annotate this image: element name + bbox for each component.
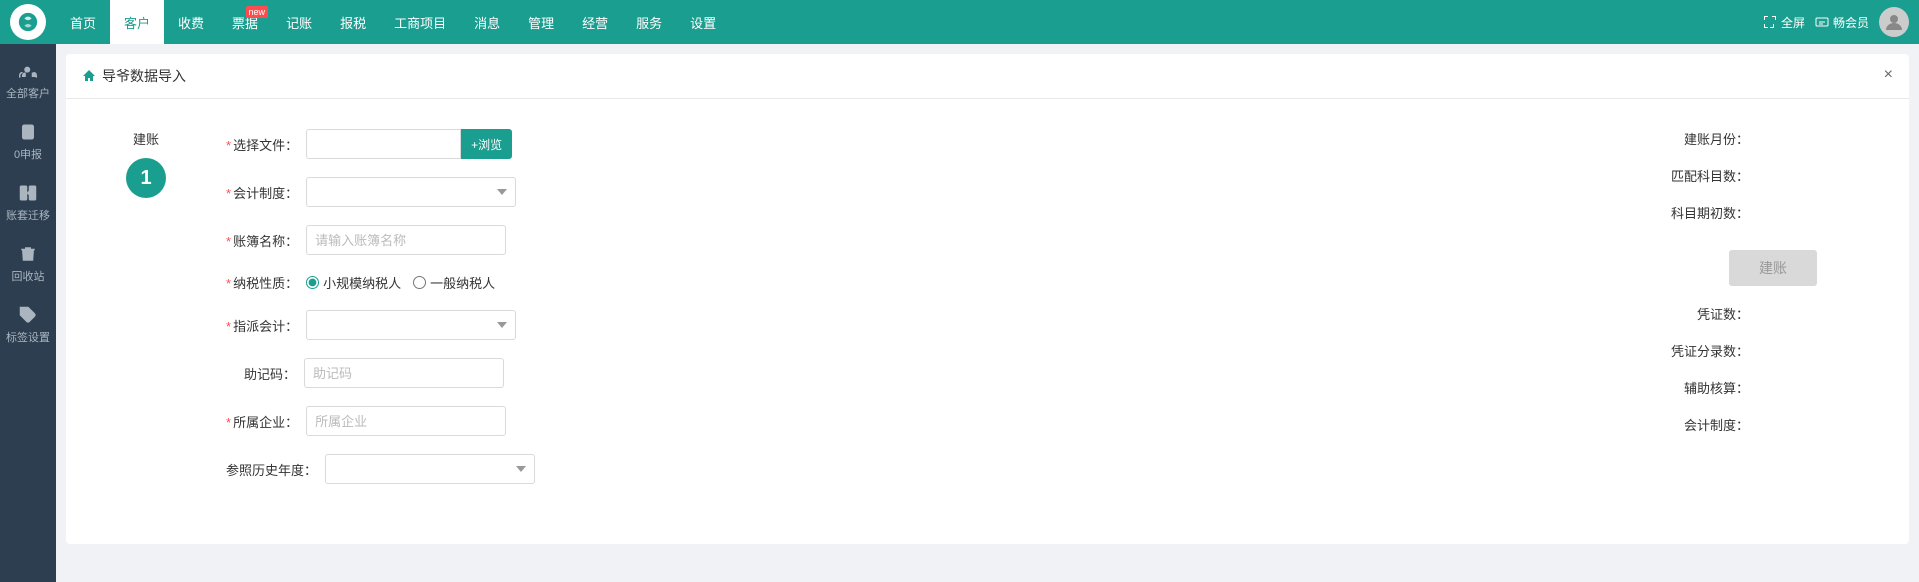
nav-service[interactable]: 服务 — [622, 0, 676, 44]
tax-type-general[interactable]: 一般纳税人 — [413, 273, 495, 292]
tax-type-label: *纳税性质： — [226, 273, 298, 292]
accountant-label: *指派会计： — [226, 316, 298, 335]
tax-type-small[interactable]: 小规模纳税人 — [306, 273, 401, 292]
memo-code-row: 助记码： — [226, 358, 1609, 388]
accounting-system-row: *会计制度： — [226, 177, 1609, 207]
tax-type-general-radio[interactable] — [413, 276, 426, 289]
sidebar-item-report[interactable]: 0申报 — [0, 113, 56, 170]
sidebar-item-migrate[interactable]: 账套迁移 — [0, 174, 56, 231]
nav-home[interactable]: 首页 — [56, 0, 110, 44]
accountant-row: *指派会计： — [226, 310, 1609, 340]
build-month-label: 建账月份： — [1669, 129, 1749, 148]
top-nav: 首页 客户 收费 票据 new 记账 报税 工商项目 消息 管理 经营 服务 设… — [0, 0, 1919, 44]
nav-business[interactable]: 工商项目 — [380, 0, 460, 44]
nav-items: 首页 客户 收费 票据 new 记账 报税 工商项目 消息 管理 经营 服务 设… — [56, 0, 1763, 44]
nav-operation[interactable]: 经营 — [568, 0, 622, 44]
step-section: 建账 1 — [106, 129, 186, 502]
step-circle: 1 — [126, 158, 166, 198]
avatar[interactable] — [1879, 7, 1909, 37]
nav-bookkeeping[interactable]: 记账 — [272, 0, 326, 44]
tag-icon — [17, 304, 39, 326]
history-year-row: 参照历史年度： — [226, 454, 1609, 484]
panel-title: 导爷数据导入 — [102, 66, 186, 86]
browse-button[interactable]: +浏览 — [461, 129, 512, 159]
match-subject-row: 匹配科目数： — [1669, 166, 1869, 185]
nav-fee[interactable]: 收费 — [164, 0, 218, 44]
initial-subject-label: 科目期初数： — [1669, 203, 1749, 222]
sidebar-item-tags[interactable]: 标签设置 — [0, 296, 56, 353]
form-sections: *选择文件： +浏览 *会计制度： — [226, 129, 1869, 502]
nav-tax[interactable]: 报税 — [326, 0, 380, 44]
panel-body: 建账 1 *选择文件： +浏览 — [66, 99, 1909, 532]
match-subject-label: 匹配科目数： — [1669, 166, 1749, 185]
nav-message[interactable]: 消息 — [460, 0, 514, 44]
ledger-name-label: *账簿名称： — [226, 231, 298, 250]
form-col-left: *选择文件： +浏览 *会计制度： — [226, 129, 1609, 502]
aux-row: 辅助核算： — [1669, 378, 1869, 397]
tax-type-radio-group: 小规模纳税人 一般纳税人 — [306, 273, 495, 292]
main-layout: 全部客户 0申报 账套迁移 回收站 标签设置 — [0, 44, 1919, 582]
import-panel: 导爷数据导入 × 建账 1 *选择文件： — [66, 54, 1909, 544]
voucher-row: 凭证数： — [1669, 304, 1869, 323]
info-accounting-label: 会计制度： — [1669, 415, 1749, 434]
form-col-right: 建账月份： 匹配科目数： 科目期初数： 建账 凭证数： — [1669, 129, 1869, 502]
info-accounting-row: 会计制度： — [1669, 415, 1869, 434]
memo-code-input[interactable] — [304, 358, 504, 388]
close-button[interactable]: × — [1884, 66, 1893, 84]
ledger-name-row: *账簿名称： — [226, 225, 1609, 255]
ledger-name-input[interactable] — [306, 225, 506, 255]
voucher-records-row: 凭证分录数： — [1669, 341, 1869, 360]
trash-icon — [17, 243, 39, 265]
tax-type-small-radio[interactable] — [306, 276, 319, 289]
company-row: *所属企业： — [226, 406, 1609, 436]
tax-type-row: *纳税性质： 小规模纳税人 一般纳税人 — [226, 273, 1609, 292]
company-input[interactable] — [306, 406, 506, 436]
step-label: 建账 — [133, 129, 159, 148]
accounting-system-label: *会计制度： — [226, 183, 298, 202]
nav-settings[interactable]: 设置 — [676, 0, 730, 44]
nav-customer[interactable]: 客户 — [110, 0, 164, 44]
history-year-label: 参照历史年度： — [226, 460, 317, 479]
new-badge: new — [246, 6, 269, 18]
panel-header: 导爷数据导入 × — [66, 54, 1909, 99]
build-btn-row: 建账 — [1669, 240, 1869, 286]
users-icon — [17, 60, 39, 82]
nav-ticket[interactable]: 票据 new — [218, 0, 272, 44]
file-row: *选择文件： +浏览 — [226, 129, 1609, 159]
file-input[interactable] — [306, 129, 461, 159]
history-year-select[interactable] — [325, 454, 535, 484]
accounting-system-select[interactable] — [306, 177, 516, 207]
accountant-select[interactable] — [306, 310, 516, 340]
sidebar-item-trash[interactable]: 回收站 — [0, 235, 56, 292]
app-logo[interactable] — [10, 4, 46, 40]
initial-subject-row: 科目期初数： — [1669, 203, 1869, 222]
memo-code-label: 助记码： — [226, 364, 296, 383]
content-area: 导爷数据导入 × 建账 1 *选择文件： — [56, 44, 1919, 582]
nav-manage[interactable]: 管理 — [514, 0, 568, 44]
nav-right: 全屏 畅会员 — [1763, 7, 1909, 37]
aux-label: 辅助核算： — [1669, 378, 1749, 397]
voucher-records-label: 凭证分录数： — [1669, 341, 1749, 360]
file-input-wrap: +浏览 — [306, 129, 512, 159]
file-label: *选择文件： — [226, 135, 298, 154]
build-account-button[interactable]: 建账 — [1729, 250, 1817, 286]
fullscreen-btn[interactable]: 全屏 — [1763, 14, 1805, 31]
migrate-icon — [17, 182, 39, 204]
sidebar: 全部客户 0申报 账套迁移 回收站 标签设置 — [0, 44, 56, 582]
build-month-row: 建账月份： — [1669, 129, 1869, 148]
sidebar-item-all-customers[interactable]: 全部客户 — [0, 52, 56, 109]
company-label: *所属企业： — [226, 412, 298, 431]
voucher-label: 凭证数： — [1669, 304, 1749, 323]
member-btn[interactable]: 畅会员 — [1815, 14, 1869, 31]
report-icon — [17, 121, 39, 143]
